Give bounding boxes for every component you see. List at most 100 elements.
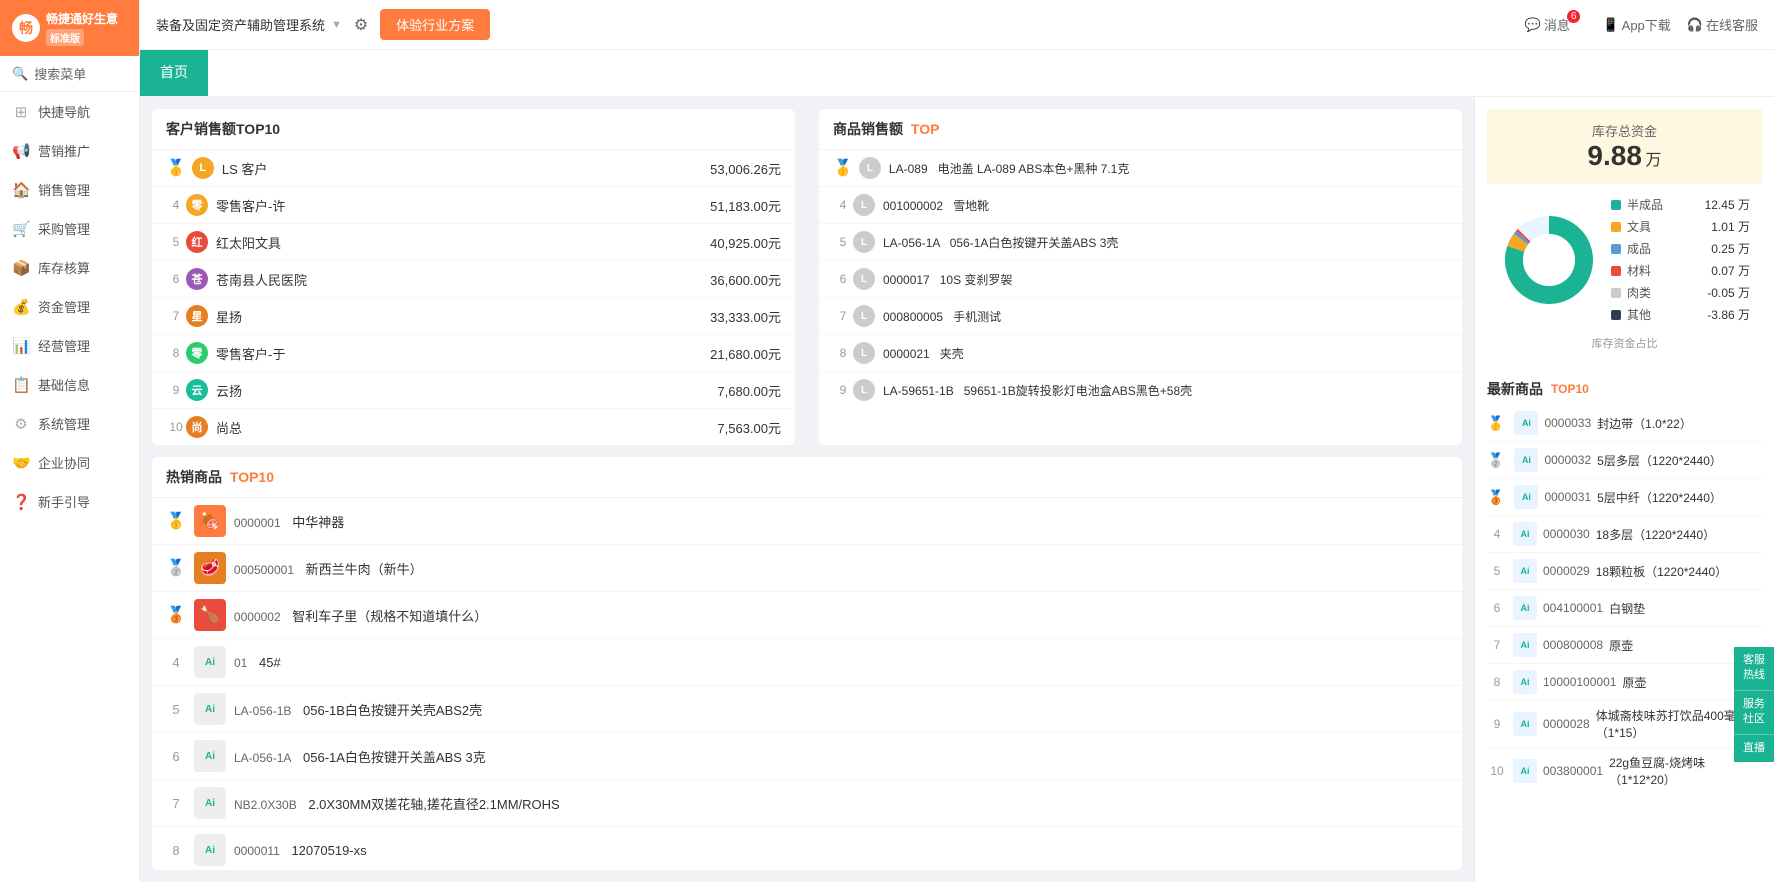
trial-button[interactable]: 体验行业方案 bbox=[380, 9, 490, 40]
new-products-title-text: 最新商品 bbox=[1487, 379, 1543, 399]
product-rank-badge: L bbox=[853, 194, 875, 216]
chart-sub-label: 库存资金占比 bbox=[1487, 335, 1762, 359]
sidebar-item-label: 采购管理 bbox=[38, 219, 90, 238]
product-img-placeholder: 🥩 bbox=[200, 558, 220, 578]
rank-number: 5 bbox=[166, 702, 186, 717]
customer-amount: 7,680.00元 bbox=[717, 381, 781, 400]
rank-number: 4 bbox=[166, 198, 186, 212]
np-img-text: Ai bbox=[1522, 492, 1531, 502]
top-header: 装备及固定资产辅助管理系统 ▼ ⚙ 体验行业方案 💬 消息 6 📱 App下载 … bbox=[140, 0, 1774, 50]
customer-name: 零售客户-许 bbox=[216, 196, 710, 215]
message-item[interactable]: 💬 消息 6 bbox=[1525, 15, 1587, 34]
sidebar-item-operation[interactable]: 📊 经营管理 bbox=[0, 326, 139, 365]
legend-dot bbox=[1611, 200, 1621, 210]
float-btn-live[interactable]: 直播 bbox=[1734, 735, 1774, 762]
logo-name: 畅捷通好生意 bbox=[46, 10, 118, 27]
np-code: 0000033 bbox=[1544, 416, 1591, 430]
sidebar-item-quick-nav[interactable]: ⊞ 快捷导航 bbox=[0, 92, 139, 131]
dropdown-arrow-icon: ▼ bbox=[331, 19, 342, 31]
np-code: 0000028 bbox=[1543, 717, 1590, 731]
sidebar-item-finance[interactable]: 💰 资金管理 bbox=[0, 287, 139, 326]
list-item: 8 Ai 10000100001 原壶 bbox=[1487, 664, 1762, 701]
table-row: 7 L 000800005 手机测试 bbox=[819, 298, 1462, 335]
product-name: 45# bbox=[259, 655, 281, 670]
table-row: 8 L 0000021 夹壳 bbox=[819, 335, 1462, 372]
legend-dot bbox=[1611, 222, 1621, 232]
logo-badge: 标准版 bbox=[46, 29, 84, 46]
content-area: 客户销售额TOP10 🥇 L LS 客户 53,006.26元 4 零 零售 bbox=[140, 97, 1774, 882]
rank-number: 8 bbox=[166, 346, 186, 360]
medal-gold-icon: 🥇 bbox=[166, 158, 186, 178]
product-code: 01 bbox=[234, 656, 247, 670]
inventory-legend: 半成品 12.45 万 文具 1.01 万 成品 0.25 万 bbox=[1611, 196, 1750, 323]
system-title-text: 装备及固定资产辅助管理系统 bbox=[156, 15, 325, 34]
sidebar-item-marketing[interactable]: 📢 营销推广 bbox=[0, 131, 139, 170]
sidebar-item-sales[interactable]: 🏠 销售管理 bbox=[0, 170, 139, 209]
product-thumbnail: Ai bbox=[194, 740, 226, 772]
legend-item: 肉类 -0.05 万 bbox=[1611, 284, 1750, 301]
guide-icon: ❓ bbox=[12, 493, 30, 511]
sidebar-item-inventory[interactable]: 📦 库存核算 bbox=[0, 248, 139, 287]
np-code: 10000100001 bbox=[1543, 675, 1616, 689]
np-thumbnail: Ai bbox=[1513, 670, 1537, 694]
np-img-text: Ai bbox=[1522, 418, 1531, 428]
sidebar-item-basic-info[interactable]: 📋 基础信息 bbox=[0, 365, 139, 404]
table-row: 10 尚 尚总 7,563.00元 bbox=[152, 409, 795, 445]
np-thumbnail: Ai bbox=[1514, 411, 1538, 435]
product-name: 056-1A白色按键开关盖ABS 3克 bbox=[303, 750, 486, 765]
list-item: 5 Ai LA-056-1B 056-1B白色按键开关壳ABS2壳 bbox=[152, 686, 1462, 733]
legend-label: 其他 bbox=[1627, 306, 1701, 323]
rank-number: 7 bbox=[833, 309, 853, 323]
sidebar-search[interactable]: 🔍 搜索菜单 bbox=[0, 56, 139, 92]
product-thumbnail: Ai bbox=[194, 787, 226, 819]
np-img-text: Ai bbox=[1521, 566, 1530, 576]
product-img-placeholder: 🍗 bbox=[200, 605, 220, 625]
np-thumbnail: Ai bbox=[1514, 485, 1538, 509]
customer-amount: 36,600.00元 bbox=[710, 270, 781, 289]
product-img-placeholder: Ai bbox=[205, 657, 215, 668]
rank-number: 8 bbox=[1487, 675, 1507, 689]
product-code: 0000011 bbox=[234, 844, 280, 858]
sidebar-item-guide[interactable]: ❓ 新手引导 bbox=[0, 482, 139, 521]
product-name: 12070519-xs bbox=[291, 843, 366, 858]
product-rank-badge: L bbox=[853, 305, 875, 327]
legend-label: 半成品 bbox=[1627, 196, 1699, 213]
customer-amount: 53,006.26元 bbox=[710, 159, 781, 178]
customer-badge: 云 bbox=[186, 379, 208, 401]
float-btn-service[interactable]: 客服热线 bbox=[1734, 647, 1774, 691]
rank-number: 6 bbox=[833, 272, 853, 286]
product-sales-list: 🥇 L LA-089 电池盖 LA-089 ABS本色+黑种 7.1克 4 L … bbox=[819, 150, 1462, 408]
customer-badge: L bbox=[192, 157, 214, 179]
float-btn-community[interactable]: 服务社区 bbox=[1734, 691, 1774, 735]
sidebar-item-label: 营销推广 bbox=[38, 141, 90, 160]
settings-icon[interactable]: ⚙ bbox=[354, 15, 368, 35]
marketing-icon: 📢 bbox=[12, 142, 30, 160]
product-info: 0000011 12070519-xs bbox=[234, 843, 1448, 858]
product-thumbnail: 🍖 bbox=[194, 505, 226, 537]
hot-products-title-text: 热销商品 bbox=[166, 469, 222, 485]
new-products-top-badge: TOP10 bbox=[1551, 382, 1589, 396]
app-download-item[interactable]: 📱 App下载 bbox=[1602, 15, 1670, 34]
table-row: 6 苍 苍南县人民医院 36,600.00元 bbox=[152, 261, 795, 298]
np-code: 0000029 bbox=[1543, 564, 1590, 578]
tab-home[interactable]: 首页 bbox=[140, 50, 208, 96]
list-item: 10 Ai 003800001 22g鱼豆腐-烧烤味（1*12*20） bbox=[1487, 748, 1762, 794]
np-img-text: Ai bbox=[1521, 529, 1530, 539]
legend-value: -0.05 万 bbox=[1707, 284, 1750, 301]
product-info: 0000001 中华神器 bbox=[234, 512, 1448, 531]
system-title[interactable]: 装备及固定资产辅助管理系统 ▼ bbox=[156, 15, 342, 34]
service-item[interactable]: 🎧 在线客服 bbox=[1687, 15, 1758, 34]
customer-badge: 零 bbox=[186, 342, 208, 364]
customer-amount: 40,925.00元 bbox=[710, 233, 781, 252]
legend-value: 1.01 万 bbox=[1711, 218, 1750, 235]
list-item: 6 Ai 004100001 白钢垫 bbox=[1487, 590, 1762, 627]
rank-number: 4 bbox=[166, 655, 186, 670]
sidebar-item-enterprise[interactable]: 🤝 企业协同 bbox=[0, 443, 139, 482]
product-rank-badge: L bbox=[859, 157, 881, 179]
rank-number: 9 bbox=[166, 383, 186, 397]
hot-products-card: 热销商品 TOP10 🥇 🍖 0000001 中华神器 🥈 bbox=[152, 457, 1462, 870]
sidebar-item-purchase[interactable]: 🛒 采购管理 bbox=[0, 209, 139, 248]
sidebar-item-label: 快捷导航 bbox=[38, 102, 90, 121]
sidebar-item-system[interactable]: ⚙ 系统管理 bbox=[0, 404, 139, 443]
customer-ranking-card: 客户销售额TOP10 🥇 L LS 客户 53,006.26元 4 零 零售 bbox=[152, 109, 795, 445]
